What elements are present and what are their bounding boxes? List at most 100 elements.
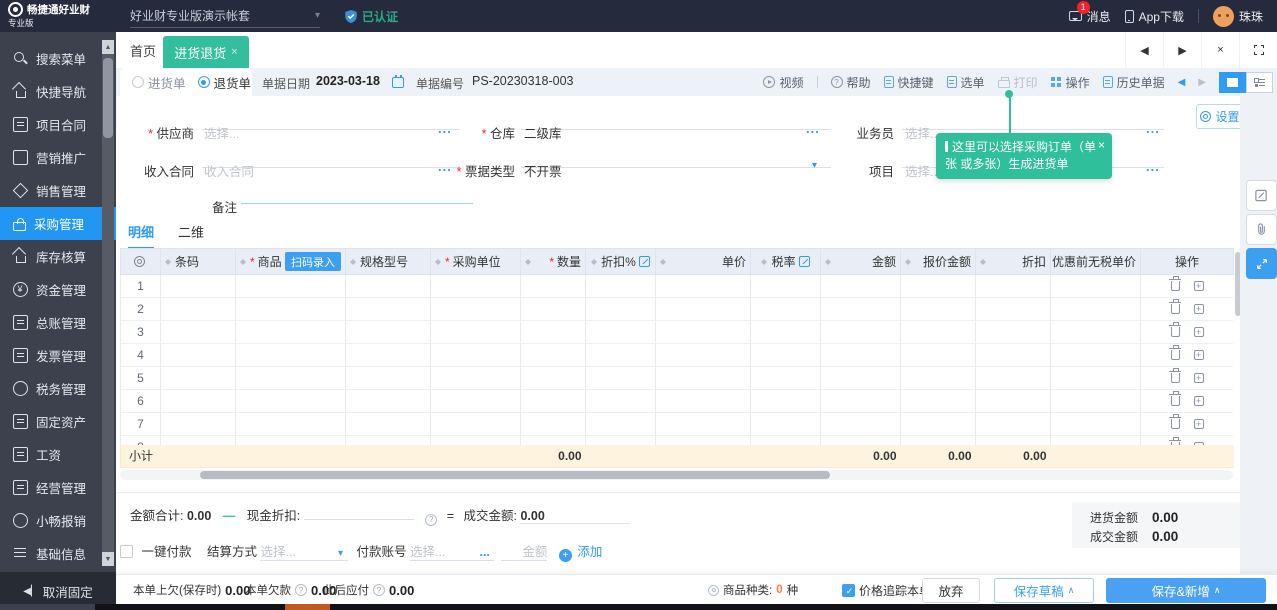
grid-cell[interactable] bbox=[160, 297, 236, 321]
col-采购单位[interactable]: * 采购单位 bbox=[430, 248, 521, 275]
one-click-pay-checkbox[interactable] bbox=[120, 545, 133, 558]
grid-cell[interactable] bbox=[820, 389, 901, 413]
grid-cell[interactable] bbox=[345, 366, 431, 390]
copy-row-icon[interactable] bbox=[1193, 304, 1204, 314]
bill-type-field[interactable] bbox=[521, 146, 831, 168]
grid-cell[interactable] bbox=[1050, 320, 1141, 344]
delete-row-icon[interactable] bbox=[1169, 391, 1181, 406]
grid-cell[interactable] bbox=[820, 366, 901, 390]
grid-cell[interactable] bbox=[520, 320, 586, 344]
settle-method-select[interactable]: 选择... bbox=[260, 541, 349, 561]
grid-cell[interactable] bbox=[900, 412, 976, 436]
grid-cell[interactable] bbox=[430, 297, 521, 321]
grid-cell[interactable] bbox=[655, 343, 751, 367]
horizontal-scrollbar[interactable] bbox=[120, 470, 1233, 480]
grid-cell[interactable] bbox=[750, 389, 821, 413]
user-menu[interactable]: 珠珠 bbox=[1212, 5, 1263, 27]
grid-cell[interactable] bbox=[585, 320, 656, 344]
settings-button[interactable]: 设置 bbox=[1196, 104, 1244, 129]
grid-cell[interactable] bbox=[430, 275, 521, 298]
grid-cell[interactable] bbox=[585, 343, 656, 367]
draft-box-button[interactable] bbox=[1246, 180, 1277, 211]
grid-cell[interactable] bbox=[345, 275, 431, 298]
delete-row-icon[interactable] bbox=[1169, 322, 1181, 337]
grid-cell[interactable] bbox=[235, 320, 346, 344]
warehouse-field[interactable] bbox=[521, 108, 831, 130]
grid-cell[interactable] bbox=[655, 320, 751, 344]
grid-cell[interactable] bbox=[345, 343, 431, 367]
col-折扣%[interactable]: 折扣% bbox=[585, 248, 656, 275]
col-折扣[interactable]: 折扣 bbox=[975, 248, 1051, 275]
sort-icon[interactable] bbox=[240, 256, 246, 268]
actions-button[interactable]: 操作 bbox=[1050, 74, 1090, 91]
supplier-field[interactable] bbox=[202, 108, 460, 130]
pick-order-button[interactable]: 选单 bbox=[946, 74, 985, 91]
grid-cell[interactable] bbox=[520, 366, 586, 390]
grid-cell[interactable] bbox=[900, 275, 976, 298]
grid-cell[interactable] bbox=[345, 297, 431, 321]
radio-return-order[interactable]: 退货单 bbox=[197, 73, 251, 92]
grid-cell[interactable] bbox=[520, 389, 586, 413]
grid-cell[interactable] bbox=[520, 343, 586, 367]
grid-cell[interactable] bbox=[750, 320, 821, 344]
video-button[interactable]: 视频 bbox=[763, 74, 804, 91]
grid-cell[interactable] bbox=[900, 366, 976, 390]
tab-purchase-return[interactable]: 进货退货 × bbox=[163, 36, 249, 68]
grid-cell[interactable] bbox=[900, 389, 976, 413]
grid-cell[interactable] bbox=[235, 366, 346, 390]
grid-cell[interactable] bbox=[235, 412, 346, 436]
tab-home[interactable]: 首页 bbox=[130, 32, 156, 68]
pay-account-picker-icon[interactable]: ... bbox=[479, 545, 489, 559]
grid-cell[interactable] bbox=[235, 389, 346, 413]
col-条码[interactable]: 条码 bbox=[160, 248, 236, 275]
grid-cell[interactable] bbox=[750, 366, 821, 390]
delete-row-icon[interactable] bbox=[1169, 414, 1181, 429]
print-button[interactable]: 打印 bbox=[997, 74, 1038, 91]
pay-amount-input[interactable]: 金额 bbox=[501, 541, 548, 561]
next-doc-icon[interactable]: ▶ bbox=[1198, 77, 1206, 88]
grid-cell[interactable] bbox=[235, 297, 346, 321]
sort-icon[interactable] bbox=[980, 256, 986, 268]
sidebar-item[interactable]: 小畅报销 bbox=[0, 504, 116, 537]
warehouse-picker-icon[interactable]: ... bbox=[806, 121, 820, 136]
copy-row-icon[interactable] bbox=[1193, 373, 1204, 383]
tooltip-close-icon[interactable]: × bbox=[1098, 137, 1105, 154]
grid-cell[interactable] bbox=[655, 297, 751, 321]
grid-cell[interactable] bbox=[520, 275, 586, 298]
add-payment-label[interactable]: 添加 bbox=[577, 545, 602, 559]
close-all-tabs-icon[interactable]: × bbox=[1201, 32, 1239, 68]
grid-cell[interactable] bbox=[1050, 275, 1141, 298]
remark-field[interactable] bbox=[241, 182, 473, 204]
grid-cell[interactable] bbox=[1050, 435, 1141, 445]
grid-cell[interactable] bbox=[900, 435, 976, 445]
abandon-button[interactable]: 放弃 bbox=[922, 578, 980, 603]
grid-cell[interactable] bbox=[975, 389, 1051, 413]
radio-purchase-order[interactable]: 进货单 bbox=[132, 73, 186, 92]
bill-type-chevron-icon[interactable]: ▾ bbox=[812, 160, 817, 171]
grid-cell[interactable] bbox=[820, 297, 901, 321]
grid-cell[interactable] bbox=[520, 297, 586, 321]
tab-scroll-left-icon[interactable]: ◀ bbox=[1125, 32, 1163, 68]
col-单价[interactable]: 单价 bbox=[655, 248, 751, 275]
messages-button[interactable]: 消息 1 bbox=[1068, 0, 1111, 25]
sort-icon[interactable] bbox=[435, 256, 441, 268]
supplier-picker-icon[interactable]: ... bbox=[438, 121, 452, 136]
help-circle-icon[interactable]: ? bbox=[373, 584, 385, 596]
grid-cell[interactable] bbox=[235, 275, 346, 298]
help-button[interactable]: ? 帮助 bbox=[830, 74, 871, 91]
grid-cell[interactable] bbox=[585, 412, 656, 436]
grid-cell[interactable] bbox=[820, 412, 901, 436]
attachment-button[interactable] bbox=[1246, 214, 1277, 245]
grid-cell[interactable] bbox=[235, 343, 346, 367]
sidebar-item[interactable]: 营销推广 bbox=[0, 141, 116, 174]
sidebar-item[interactable]: 基础信息 bbox=[0, 537, 116, 570]
sidebar-item[interactable]: 经营管理 bbox=[0, 471, 116, 504]
hotkeys-button[interactable]: 快捷键 bbox=[883, 74, 934, 91]
col-报价金额[interactable]: 报价金额 bbox=[900, 248, 976, 275]
grid-cell[interactable] bbox=[345, 412, 431, 436]
grid-cell[interactable] bbox=[585, 297, 656, 321]
grid-cell[interactable] bbox=[820, 275, 901, 298]
sort-icon[interactable] bbox=[165, 256, 171, 268]
sidebar-item[interactable]: 库存核算 bbox=[0, 240, 116, 273]
sidebar-item[interactable]: 工资 bbox=[0, 438, 116, 471]
